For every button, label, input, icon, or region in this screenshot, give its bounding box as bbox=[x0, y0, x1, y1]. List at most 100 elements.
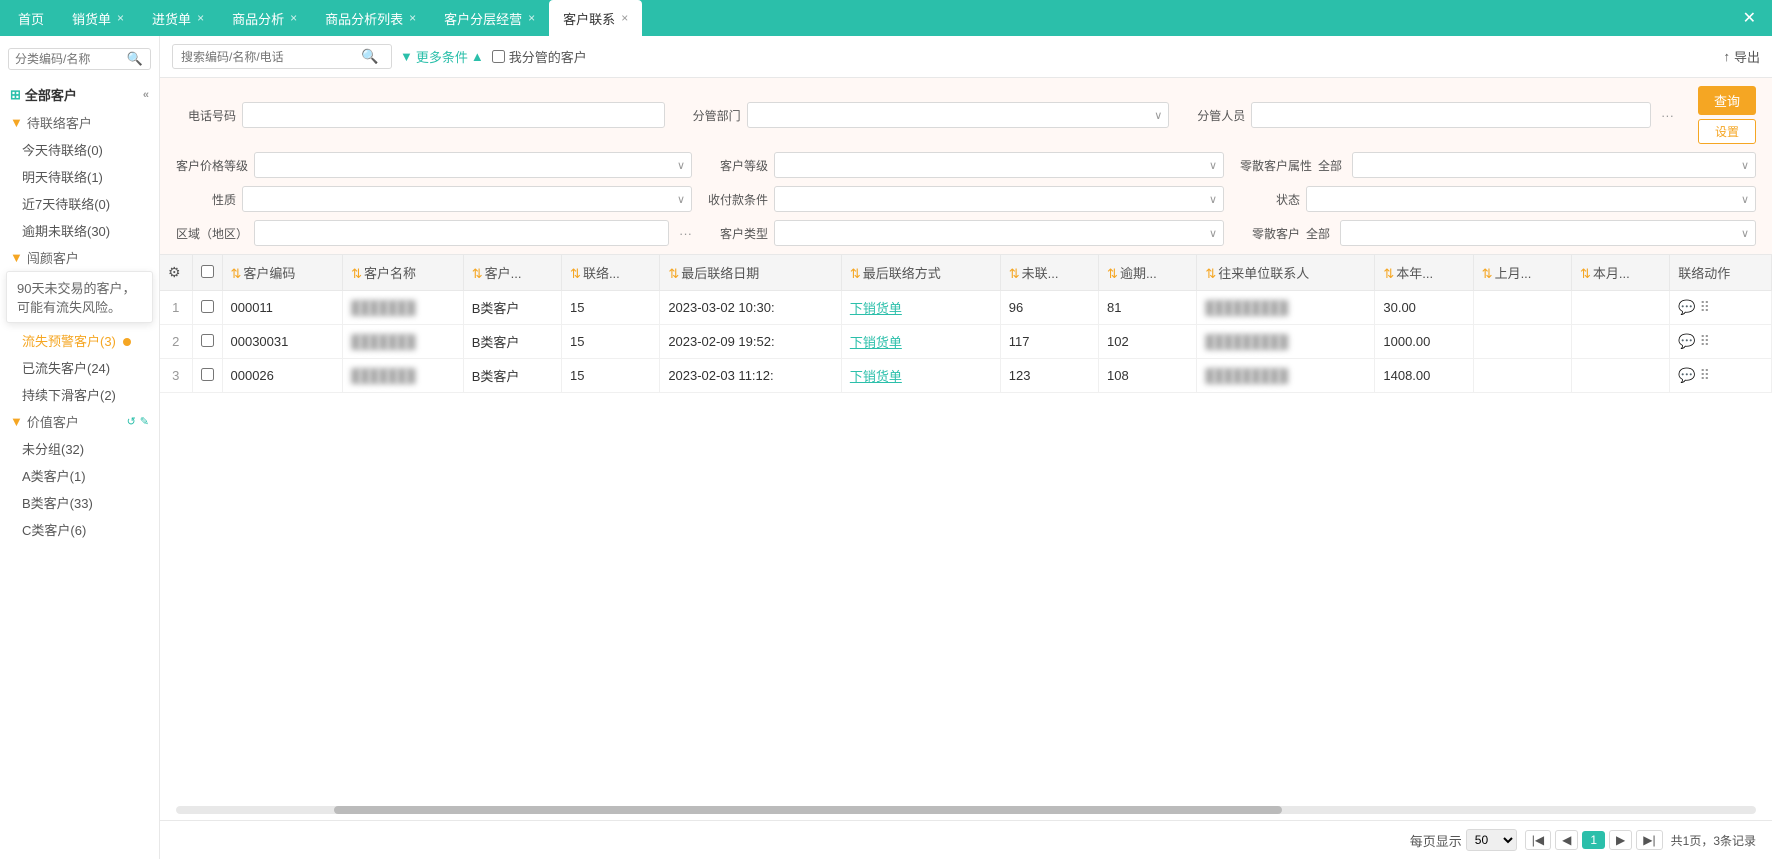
my-customers-checkbox-wrap[interactable]: 我分管的客户 bbox=[492, 47, 587, 66]
row2-checkbox[interactable] bbox=[192, 325, 222, 359]
first-page-btn[interactable]: |◀ bbox=[1525, 830, 1551, 850]
tab-product-analysis-list[interactable]: 商品分析列表 × bbox=[311, 0, 430, 36]
sidebar-section-pending[interactable]: ▼ 待联络客户 bbox=[0, 109, 159, 136]
row2-code: 00030031 bbox=[222, 325, 343, 359]
search-input[interactable] bbox=[181, 50, 361, 64]
th-code[interactable]: ⇅客户编码 bbox=[222, 255, 343, 291]
row1-check[interactable] bbox=[201, 300, 214, 313]
tab-close-product-analysis[interactable]: × bbox=[290, 11, 297, 25]
gender-select[interactable]: ∨ bbox=[242, 186, 692, 212]
row1-more-icon[interactable]: ⠿ bbox=[1700, 299, 1710, 316]
customer-type-select[interactable]: ∨ bbox=[774, 220, 1224, 246]
query-btn[interactable]: 查询 bbox=[1698, 86, 1756, 115]
sidebar-section-churn[interactable]: ▼ 闯颜客户 bbox=[0, 244, 159, 271]
edit-icon[interactable]: ✎ bbox=[140, 415, 149, 428]
row2-more-icon[interactable]: ⠿ bbox=[1700, 333, 1710, 350]
price-grade-select[interactable]: ∨ bbox=[254, 152, 692, 178]
th-settings[interactable]: ⚙ bbox=[160, 255, 192, 291]
row2-chat-icon[interactable]: 💬 bbox=[1678, 333, 1695, 350]
last-page-btn[interactable]: ▶| bbox=[1636, 830, 1662, 850]
tab-close-sales-order[interactable]: × bbox=[117, 11, 124, 25]
sidebar-item-c-class[interactable]: C类客户(6) bbox=[0, 516, 159, 543]
tab-customer-tier[interactable]: 客户分层经营 × bbox=[430, 0, 549, 36]
tab-close-purchase-order[interactable]: × bbox=[197, 11, 204, 25]
per-page-select[interactable]: 50 100 200 bbox=[1466, 829, 1517, 851]
sidebar-item-overdue-contact[interactable]: 逾期未联络(30) bbox=[0, 217, 159, 244]
arrow-icon-3: ▼ bbox=[10, 414, 23, 429]
th-not-contacted[interactable]: ⇅未联... bbox=[1000, 255, 1098, 291]
customer-grade-chevron: ∨ bbox=[1209, 159, 1217, 172]
row3-more-icon[interactable]: ⠿ bbox=[1700, 367, 1710, 384]
customer-grade-select[interactable]: ∨ bbox=[774, 152, 1224, 178]
tab-product-analysis[interactable]: 商品分析 × bbox=[218, 0, 311, 36]
h-scrollbar-thumb[interactable] bbox=[334, 806, 1282, 814]
row3-chat-icon[interactable]: 💬 bbox=[1678, 367, 1695, 384]
sidebar-collapse-btn[interactable]: « bbox=[143, 89, 149, 101]
th-contacts[interactable]: ⇅联络... bbox=[562, 255, 660, 291]
row3-last-method[interactable]: 下销货单 bbox=[841, 359, 1000, 393]
next-page-btn[interactable]: ▶ bbox=[1609, 830, 1632, 850]
tab-purchase-order[interactable]: 进货单 × bbox=[138, 0, 218, 36]
th-name[interactable]: ⇅客户名称 bbox=[343, 255, 464, 291]
sidebar-item-a-class[interactable]: A类客户(1) bbox=[0, 462, 159, 489]
row2-last-method[interactable]: 下销货单 bbox=[841, 325, 1000, 359]
status-select[interactable]: ∨ bbox=[1306, 186, 1756, 212]
th-last-date[interactable]: ⇅最后联络日期 bbox=[660, 255, 842, 291]
export-btn[interactable]: ↑ 导出 bbox=[1723, 47, 1760, 66]
sidebar-item-churn-warning[interactable]: 流失预警客户(3) bbox=[0, 327, 159, 354]
row2-contacts: 15 bbox=[562, 325, 660, 359]
zero-retail-attr-select[interactable]: ∨ bbox=[1352, 152, 1756, 178]
th-this-month[interactable]: ⇅本月... bbox=[1571, 255, 1669, 291]
tab-close-customer-contact[interactable]: × bbox=[621, 11, 628, 25]
refresh-icon[interactable]: ↺ bbox=[127, 415, 136, 428]
tab-close-customer-tier[interactable]: × bbox=[528, 11, 535, 25]
th-overdue[interactable]: ⇅逾期... bbox=[1099, 255, 1197, 291]
th-type[interactable]: ⇅客户... bbox=[463, 255, 561, 291]
sidebar-item-7day-contact[interactable]: 近7天待联络(0) bbox=[0, 190, 159, 217]
th-related-contacts[interactable]: ⇅往来单位联系人 bbox=[1197, 255, 1375, 291]
row1-chat-icon[interactable]: 💬 bbox=[1678, 299, 1695, 316]
filter-row-1: 电话号码 分管部门 ∨ 分管人员 ··· 查询 设置 bbox=[176, 86, 1756, 144]
my-customers-checkbox[interactable] bbox=[492, 50, 505, 63]
tab-home[interactable]: 首页 bbox=[4, 0, 58, 36]
phone-input[interactable] bbox=[242, 102, 665, 128]
sidebar-all-customers[interactable]: ⊞ 全部客户 « bbox=[0, 80, 159, 109]
window-close-button[interactable]: ✕ bbox=[1731, 8, 1768, 28]
sidebar-item-today-contact[interactable]: 今天待联络(0) bbox=[0, 136, 159, 163]
row2-check[interactable] bbox=[201, 334, 214, 347]
tab-close-product-analysis-list[interactable]: × bbox=[409, 11, 416, 25]
dept-select[interactable]: ∨ bbox=[747, 102, 1170, 128]
sidebar-item-b-class[interactable]: B类客户(33) bbox=[0, 489, 159, 516]
sort-icon-type: ⇅ bbox=[472, 266, 483, 281]
tab-sales-order[interactable]: 销货单 × bbox=[58, 0, 138, 36]
sidebar-item-ungrouped[interactable]: 未分组(32) bbox=[0, 435, 159, 462]
select-all-checkbox[interactable] bbox=[201, 265, 214, 278]
sidebar-section-value[interactable]: ▼ 价值客户 ↺ ✎ bbox=[0, 408, 159, 435]
row1-checkbox[interactable] bbox=[192, 291, 222, 325]
zero-retail-select[interactable]: ∨ bbox=[1340, 220, 1756, 246]
person-dots[interactable]: ··· bbox=[1661, 108, 1674, 123]
region-dots[interactable]: ··· bbox=[679, 226, 692, 241]
search-input-wrap[interactable]: 🔍 bbox=[172, 44, 392, 69]
payment-select[interactable]: ∨ bbox=[774, 186, 1224, 212]
th-this-year[interactable]: ⇅本年... bbox=[1375, 255, 1473, 291]
prev-page-btn[interactable]: ◀ bbox=[1555, 830, 1578, 850]
row1-last-method[interactable]: 下销货单 bbox=[841, 291, 1000, 325]
person-select[interactable] bbox=[1251, 102, 1651, 128]
th-last-month[interactable]: ⇅上月... bbox=[1473, 255, 1571, 291]
more-conditions-btn[interactable]: ▼ 更多条件 ▲ bbox=[400, 47, 484, 66]
settings-gear-icon[interactable]: ⚙ bbox=[168, 264, 181, 280]
row3-check[interactable] bbox=[201, 368, 214, 381]
sidebar-item-tomorrow-contact[interactable]: 明天待联络(1) bbox=[0, 163, 159, 190]
th-last-method[interactable]: ⇅最后联络方式 bbox=[841, 255, 1000, 291]
tab-customer-contact[interactable]: 客户联系 × bbox=[549, 0, 642, 36]
settings-btn[interactable]: 设置 bbox=[1698, 119, 1756, 144]
sidebar-item-churned[interactable]: 已流失客户(24) bbox=[0, 354, 159, 381]
th-checkbox[interactable] bbox=[192, 255, 222, 291]
region-select[interactable] bbox=[254, 220, 669, 246]
row3-checkbox[interactable] bbox=[192, 359, 222, 393]
gender-label: 性质 bbox=[176, 191, 236, 208]
h-scrollbar[interactable] bbox=[176, 806, 1756, 814]
sidebar-item-declining[interactable]: 持续下滑客户(2) bbox=[0, 381, 159, 408]
sort-icon-related: ⇅ bbox=[1205, 266, 1216, 281]
